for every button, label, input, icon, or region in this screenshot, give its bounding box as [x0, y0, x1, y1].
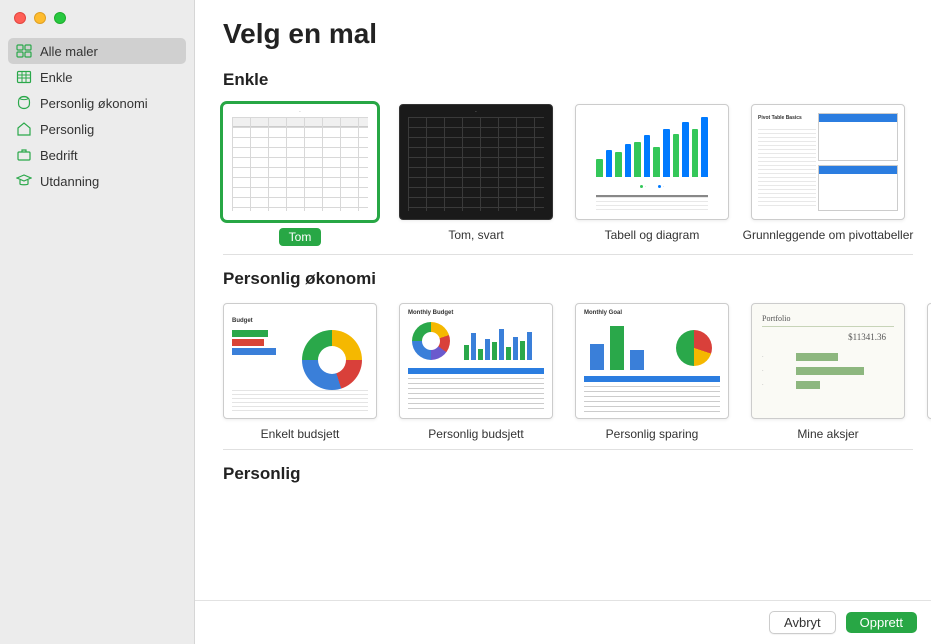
finance-icon: [16, 95, 32, 111]
create-button[interactable]: Opprett: [846, 612, 917, 633]
business-icon: [16, 147, 32, 163]
bar-chart-icon: [464, 322, 542, 360]
template-thumbnail: Portfolio $11341.36 · · ·: [751, 303, 905, 419]
section-title-finance: Personlig økonomi: [223, 269, 913, 289]
sidebar-item-label: Alle maler: [40, 44, 98, 59]
template-simple-budget[interactable]: Budget Enkelt budsjett: [223, 303, 377, 441]
template-thumbnail: Pivot Table Basics: [751, 104, 905, 220]
template-label: Tom: [279, 228, 322, 246]
window-controls: [0, 0, 194, 34]
sidebar-item-simple[interactable]: Enkle: [8, 64, 186, 90]
sidebar-item-personal[interactable]: Personlig: [8, 116, 186, 142]
sidebar-item-label: Enkle: [40, 70, 73, 85]
education-icon: [16, 173, 32, 189]
zoom-window-button[interactable]: [54, 12, 66, 24]
template-label: Personlig budsjett: [428, 427, 523, 441]
template-label: Mine aksjer: [797, 427, 858, 441]
sidebar: Alle maler Enkle Personlig økonomi Perso…: [0, 0, 195, 644]
all-templates-icon: [16, 43, 32, 59]
template-label: Enkelt budsjett: [261, 427, 340, 441]
divider: [223, 254, 913, 255]
template-thumbnail: ·: [223, 104, 377, 220]
sidebar-item-label: Utdanning: [40, 174, 99, 189]
template-label: Tabell og diagram: [605, 228, 700, 242]
sidebar-item-business[interactable]: Bedrift: [8, 142, 186, 168]
template-thumbnail: Monthly Goal: [575, 303, 729, 419]
simple-icon: [16, 69, 32, 85]
minimize-window-button[interactable]: [34, 12, 46, 24]
sidebar-categories: Alle maler Enkle Personlig økonomi Perso…: [0, 34, 194, 198]
template-thumbnail: · ·: [575, 104, 729, 220]
donut-chart-icon: [412, 322, 450, 360]
template-chooser-window: Alle maler Enkle Personlig økonomi Perso…: [0, 0, 931, 644]
template-label: Grunnleggende om pivottabeller: [743, 228, 914, 242]
template-table-chart[interactable]: · · Tabell og diagram: [575, 104, 729, 246]
footer: Avbryt Opprett: [195, 600, 931, 644]
sidebar-item-label: Personlig økonomi: [40, 96, 148, 111]
page-title: Velg en mal: [223, 18, 913, 50]
divider: [223, 449, 913, 450]
template-personal-budget[interactable]: Monthly Budget: [399, 303, 553, 441]
sidebar-item-education[interactable]: Utdanning: [8, 168, 186, 194]
cancel-button[interactable]: Avbryt: [769, 611, 836, 634]
main-panel: Velg en mal Enkle · Tom ·: [195, 0, 931, 644]
bar-chart-icon: [596, 117, 708, 177]
pie-chart-icon: [676, 330, 712, 366]
template-thumbnail: Budget: [223, 303, 377, 419]
template-row-simple: · Tom · Tom, svart: [223, 104, 913, 246]
template-label: Personlig sparing: [606, 427, 699, 441]
template-label: Tom, svart: [448, 228, 503, 242]
template-blank[interactable]: · Tom: [223, 104, 377, 246]
personal-icon: [16, 121, 32, 137]
template-my-stocks[interactable]: Portfolio $11341.36 · · · Mine aksjer: [751, 303, 905, 441]
template-scroll-area[interactable]: Velg en mal Enkle · Tom ·: [195, 0, 931, 600]
template-thumbnail: Shared Expenses: [927, 303, 931, 419]
template-personal-savings[interactable]: Monthly Goal Personlig sparing: [575, 303, 729, 441]
template-pivot[interactable]: Pivot Table Basics Grunnleggende om pivo…: [751, 104, 905, 246]
sidebar-item-finance[interactable]: Personlig økonomi: [8, 90, 186, 116]
bar-chart-icon: [590, 326, 660, 370]
template-thumbnail: ·: [399, 104, 553, 220]
template-row-finance: Budget Enkelt budsjett Monthly Budget: [223, 303, 913, 441]
section-title-simple: Enkle: [223, 70, 913, 90]
close-window-button[interactable]: [14, 12, 26, 24]
sidebar-item-label: Bedrift: [40, 148, 78, 163]
donut-chart-icon: [302, 330, 362, 390]
template-shared-expenses[interactable]: Shared Expenses Delte utg: [927, 303, 931, 441]
sidebar-item-label: Personlig: [40, 122, 94, 137]
section-title-personal: Personlig: [223, 464, 913, 484]
sidebar-item-all-templates[interactable]: Alle maler: [8, 38, 186, 64]
template-blank-dark[interactable]: · Tom, svart: [399, 104, 553, 246]
template-thumbnail: Monthly Budget: [399, 303, 553, 419]
